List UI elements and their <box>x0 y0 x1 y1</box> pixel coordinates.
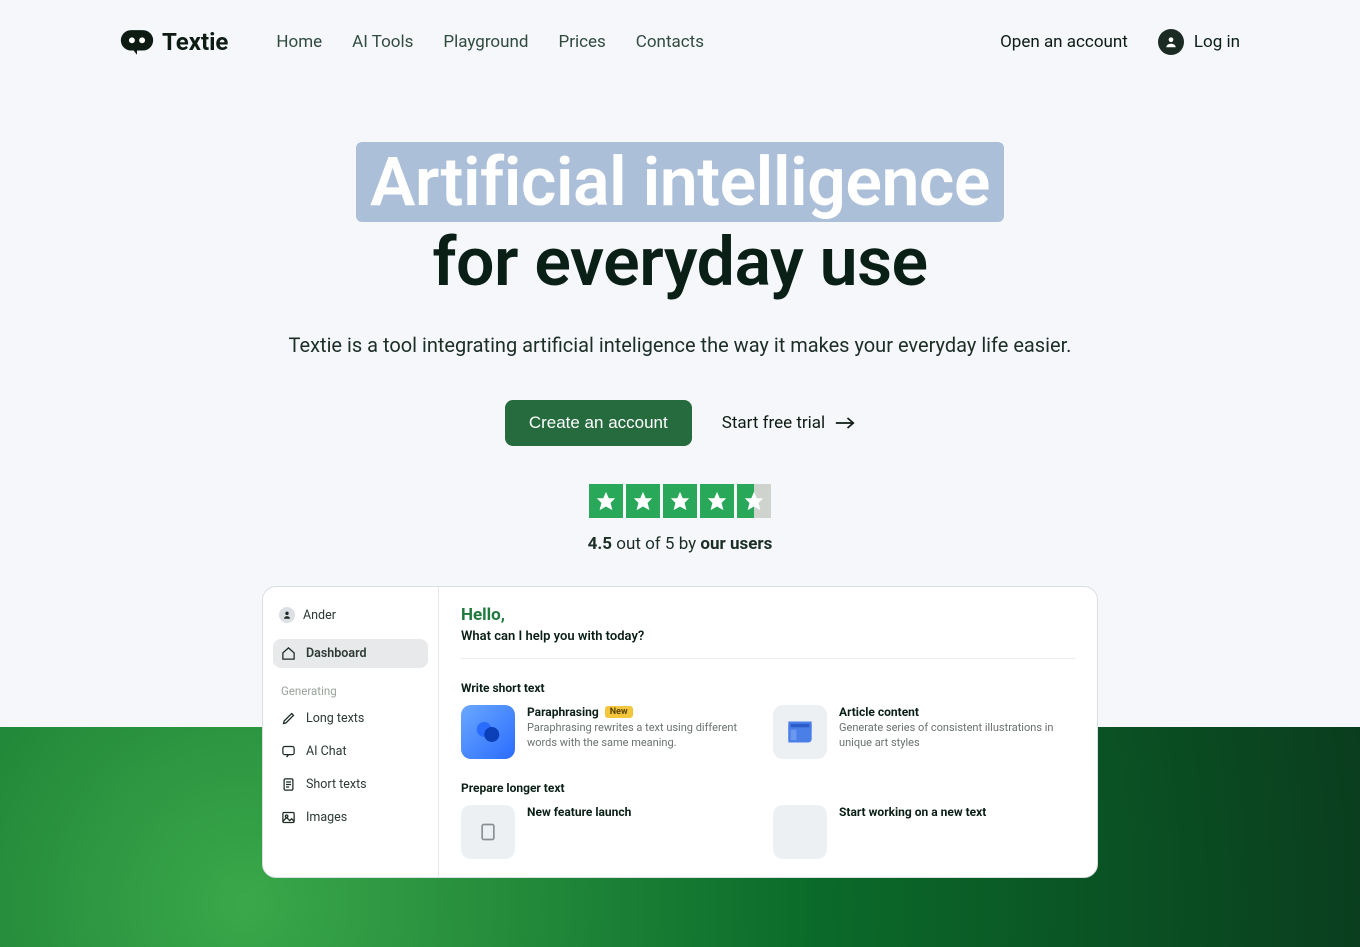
preview-section: Ander Dashboard Generating Long texts AI… <box>0 586 1360 878</box>
card-desc: Paraphrasing rewrites a text using diffe… <box>527 721 757 751</box>
home-icon <box>281 646 296 661</box>
star-icon <box>626 484 660 518</box>
rating-block: 4.5 out of 5 by our users <box>0 484 1360 554</box>
nav-ai-tools[interactable]: AI Tools <box>352 32 413 52</box>
nav-contacts[interactable]: Contacts <box>636 32 704 52</box>
user-icon <box>1158 29 1184 55</box>
logo-text: Textie <box>162 28 228 56</box>
chat-bubbles-icon <box>461 705 515 759</box>
arrow-right-icon <box>835 417 855 429</box>
layout-icon <box>773 705 827 759</box>
star-half-icon <box>737 484 771 518</box>
start-trial-label: Start free trial <box>722 413 825 433</box>
start-trial-link[interactable]: Start free trial <box>722 413 855 433</box>
preview-nav-label: Long texts <box>306 711 364 726</box>
main-nav: Home AI Tools Playground Prices Contacts <box>276 32 704 52</box>
preview-nav-long-texts[interactable]: Long texts <box>273 704 428 733</box>
rating-score: 4.5 <box>588 534 612 554</box>
logo[interactable]: Textie <box>120 28 228 56</box>
create-account-button[interactable]: Create an account <box>505 400 692 446</box>
preview-card-feature-launch[interactable]: New feature launch <box>461 805 757 859</box>
preview-card-new-text[interactable]: Start working on a new text <box>773 805 1069 859</box>
pencil-icon <box>281 711 296 726</box>
doc-icon <box>461 805 515 859</box>
nav-prices[interactable]: Prices <box>558 32 605 52</box>
star-icon <box>589 484 623 518</box>
image-icon <box>281 810 296 825</box>
preview-nav-label: Images <box>306 810 347 825</box>
logo-icon <box>120 29 154 55</box>
preview-group-label: Prepare longer text <box>461 781 1075 795</box>
hero: Artificial intelligence for everyday use… <box>0 72 1360 554</box>
preview-username: Ander <box>303 608 336 623</box>
preview-question: What can I help you with today? <box>461 629 1075 659</box>
hero-title-highlight: Artificial intelligence <box>356 142 1004 222</box>
card-desc: Generate series of consistent illustrati… <box>839 721 1069 751</box>
preview-user: Ander <box>273 603 428 627</box>
card-title: New feature launch <box>527 805 631 819</box>
preview-section-label: Generating <box>273 672 428 704</box>
preview-nav-label: Dashboard <box>306 646 367 661</box>
preview-hello: Hello, <box>461 605 1075 625</box>
chat-icon <box>281 744 296 759</box>
preview-card-article[interactable]: Article content Generate series of consi… <box>773 705 1069 759</box>
preview-nav-label: AI Chat <box>306 744 347 759</box>
avatar-icon <box>279 607 295 623</box>
hero-title-line2: for everyday use <box>432 222 927 302</box>
star-icon <box>700 484 734 518</box>
star-row <box>589 484 771 518</box>
rating-users: our users <box>700 534 772 554</box>
star-icon <box>663 484 697 518</box>
nav-playground[interactable]: Playground <box>443 32 528 52</box>
rating-mid: out of 5 by <box>612 534 700 554</box>
login-link[interactable]: Log in <box>1158 29 1240 55</box>
hero-subtitle: Textie is a tool integrating artificial … <box>0 330 1360 360</box>
document-icon <box>281 777 296 792</box>
preview-nav-images[interactable]: Images <box>273 803 428 832</box>
preview-card-row: Paraphrasing New Paraphrasing rewrites a… <box>461 705 1075 759</box>
preview-nav-dashboard[interactable]: Dashboard <box>273 639 428 668</box>
site-header: Textie Home AI Tools Playground Prices C… <box>0 0 1360 72</box>
new-badge: New <box>605 706 633 718</box>
card-title: Paraphrasing New <box>527 705 757 719</box>
open-account-link[interactable]: Open an account <box>1000 32 1128 52</box>
preview-sidebar: Ander Dashboard Generating Long texts AI… <box>263 587 439 877</box>
app-preview: Ander Dashboard Generating Long texts AI… <box>262 586 1098 878</box>
preview-card-row: New feature launch Start working on a ne… <box>461 805 1075 859</box>
preview-card-paraphrasing[interactable]: Paraphrasing New Paraphrasing rewrites a… <box>461 705 757 759</box>
card-title: Article content <box>839 705 1069 719</box>
login-label: Log in <box>1194 32 1240 52</box>
plus-icon <box>773 805 827 859</box>
cta-row: Create an account Start free trial <box>0 400 1360 446</box>
preview-nav-label: Short texts <box>306 777 367 792</box>
preview-nav-ai-chat[interactable]: AI Chat <box>273 737 428 766</box>
header-actions: Open an account Log in <box>1000 29 1240 55</box>
hero-title: Artificial intelligence for everyday use <box>0 142 1360 302</box>
nav-home[interactable]: Home <box>276 32 322 52</box>
preview-nav-short-texts[interactable]: Short texts <box>273 770 428 799</box>
card-title: Start working on a new text <box>839 805 986 819</box>
rating-text: 4.5 out of 5 by our users <box>588 534 773 554</box>
preview-group-label: Write short text <box>461 681 1075 695</box>
preview-main: Hello, What can I help you with today? W… <box>439 587 1097 877</box>
